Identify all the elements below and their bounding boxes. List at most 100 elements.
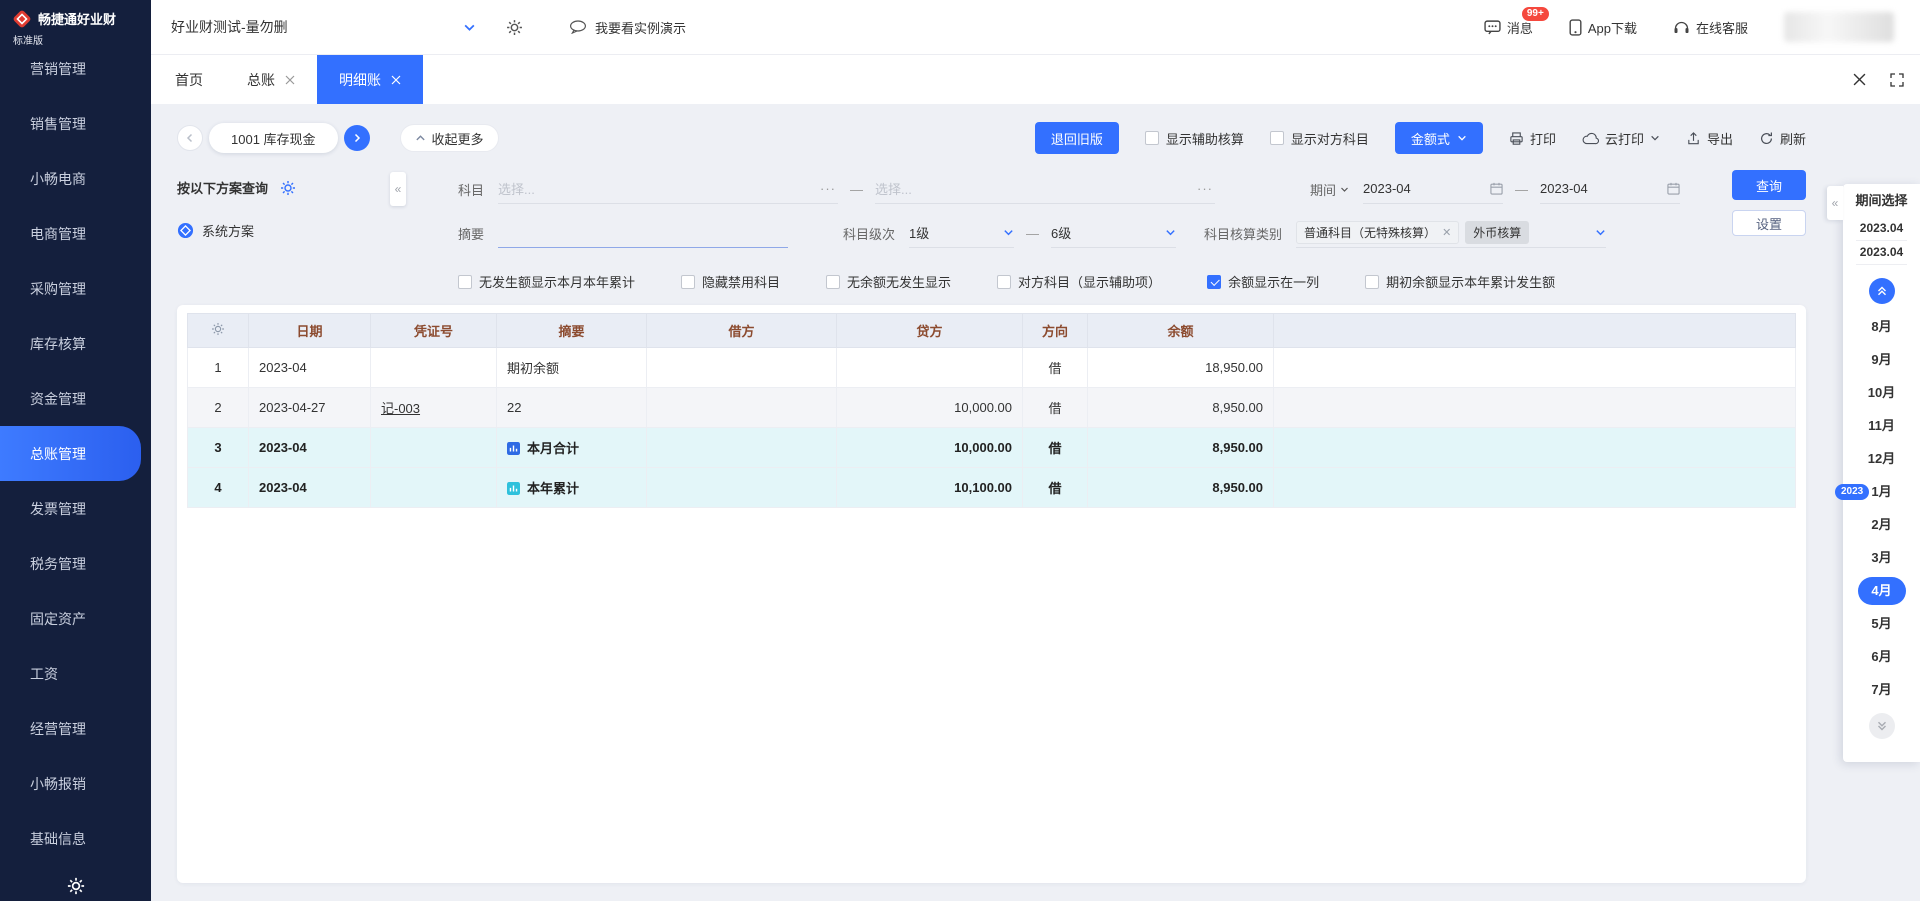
table-settings-header[interactable] [187,313,249,348]
month-item[interactable]: 8月 [1854,313,1910,341]
user-name-blurred[interactable] [1784,12,1894,42]
month-item[interactable]: 9月 [1854,346,1910,374]
tab[interactable]: 首页 [153,55,225,104]
search-button[interactable]: 查询 [1732,170,1806,200]
column-header[interactable]: 借方 [646,313,837,348]
sidebar-item[interactable]: 经营管理 [0,701,151,756]
prev-account-button[interactable] [177,125,203,151]
column-header[interactable]: 方向 [1022,313,1088,348]
fullscreen-icon[interactable] [1890,72,1904,87]
sidebar-item[interactable]: 电商管理 [0,206,151,261]
sidebar-item[interactable]: 基础信息 [0,811,151,866]
month-item[interactable]: 3月 [1854,544,1910,572]
sidebar-item[interactable]: 采购管理 [0,261,151,316]
period-to-field[interactable]: 2023-04 [1540,174,1681,204]
period-label[interactable]: 期间 [1310,180,1349,199]
back-to-old-version-button[interactable]: 退回旧版 [1034,122,1119,154]
calendar-icon[interactable] [1490,182,1503,195]
tab-close-icon[interactable] [285,75,295,85]
cloud-print-button[interactable]: 云打印 [1582,129,1660,148]
checkbox-box[interactable] [681,274,696,289]
period-panel-collapse-handle[interactable]: « [1827,186,1843,220]
sidebar-item[interactable]: 总账管理 [0,426,141,481]
sidebar-item[interactable]: 小畅电商 [0,151,151,206]
category-tag[interactable]: 外币核算 [1465,221,1530,244]
tab-close-icon[interactable] [391,75,401,85]
print-button[interactable]: 打印 [1509,129,1556,148]
tab[interactable]: 总账 [225,55,317,104]
month-item[interactable]: 2月 [1854,511,1910,539]
scheme-item-system[interactable]: 系统方案 [177,221,392,240]
checkbox[interactable]: 显示对方科目 [1269,129,1369,148]
checkbox-box[interactable] [826,274,841,289]
table-row[interactable]: 2 2023-04-27 记-003 22 10,000.00 借 8,950.00 [187,387,1796,428]
column-header[interactable]: 贷方 [836,313,1023,348]
checkbox-box[interactable] [997,274,1012,289]
table-row[interactable]: 3 2023-04 本月合计 10,000.00 借 8,950.00 [187,427,1796,468]
scroll-months-up-button[interactable] [1868,278,1895,304]
sidebar-item[interactable]: 固定资产 [0,591,151,646]
checkbox-box[interactable] [1144,131,1159,145]
collapse-more-button[interactable]: 收起更多 [399,124,499,152]
checkbox-box[interactable] [1207,274,1222,289]
sidebar-item[interactable]: 库存核算 [0,316,151,371]
category-tag[interactable]: 普通科目（无特殊核算） ✕ [1296,221,1460,244]
checkbox[interactable]: 期初余额显示本年累计发生额 [1365,272,1555,291]
checkbox[interactable]: 隐藏禁用科目 [681,272,780,291]
scroll-months-down-button[interactable] [1868,713,1895,739]
table-row[interactable]: 4 2023-04 本年累计 10,100.00 借 8,950.00 [187,467,1796,508]
sidebar-item[interactable]: 小畅报销 [0,756,151,811]
settings-button[interactable]: 设置 [1732,210,1806,236]
period-range-to[interactable]: 2023.04 [1855,241,1908,265]
column-header[interactable]: 日期 [248,313,371,348]
month-item[interactable]: 7月 [1854,676,1910,704]
remove-tag-icon[interactable]: ✕ [1442,226,1451,239]
level-from-select[interactable]: 1级 [909,218,1015,248]
column-header[interactable]: 余额 [1087,313,1274,348]
checkbox[interactable]: 余额显示在一列 [1207,272,1319,291]
checkbox-box[interactable] [458,274,472,289]
voucher-link[interactable]: 记-003 [381,401,420,416]
amount-style-button[interactable]: 金额式 [1394,122,1483,154]
sidebar-settings-gear-icon[interactable] [0,877,151,895]
checkbox-box[interactable] [1269,131,1284,145]
month-item[interactable]: 5月 [1854,610,1910,638]
calendar-icon[interactable] [1667,182,1680,195]
sidebar-item[interactable]: 发票管理 [0,481,151,536]
month-item[interactable]: 6月 [1854,643,1910,671]
checkbox[interactable]: 对方科目（显示辅助项） [997,272,1161,291]
tab[interactable]: 明细账 [317,55,423,104]
category-field[interactable]: 普通科目（无特殊核算） ✕ 外币核算 [1296,218,1607,248]
subject-from-picker-icon[interactable]: ··· [820,181,838,196]
refresh-button[interactable]: 刷新 [1759,129,1806,148]
level-to-select[interactable]: 6级 [1051,218,1177,248]
demo-link[interactable]: 我要看实例演示 [569,18,686,37]
scheme-gear-icon[interactable] [280,180,296,196]
column-header[interactable]: 凭证号 [370,313,497,348]
subject-to-field[interactable]: 选择... ··· [875,174,1216,204]
month-item[interactable]: 12月 [1854,445,1910,473]
sidebar-item[interactable]: 销售管理 [0,96,151,151]
messages-button[interactable]: 99+ 消息 [1484,4,1551,37]
month-item[interactable]: 10月 [1854,379,1910,407]
export-button[interactable]: 导出 [1686,129,1733,148]
column-header[interactable]: 摘要 [496,313,647,348]
month-item[interactable]: 11月 [1854,412,1910,440]
sidebar-item[interactable]: 工资 [0,646,151,701]
sidebar-item[interactable]: 税务管理 [0,536,151,591]
app-download-button[interactable]: App下载 [1569,18,1637,37]
month-item[interactable]: 4月 [1857,577,1906,605]
subject-to-picker-icon[interactable]: ··· [1197,181,1215,196]
summary-input[interactable] [498,218,789,248]
sidebar-item[interactable]: 资金管理 [0,371,151,426]
table-row[interactable]: 1 2023-04 期初余额 借 18,950.00 [187,347,1796,388]
close-all-tabs-icon[interactable] [1853,73,1866,86]
checkbox[interactable]: 显示辅助核算 [1144,129,1244,148]
online-service-button[interactable]: 在线客服 [1673,18,1748,37]
subject-from-field[interactable]: 选择... ··· [498,174,839,204]
checkbox[interactable]: 无发生额显示本月本年累计 [458,272,635,291]
company-selector[interactable]: 好业财测试-量勿删 [171,17,476,37]
sidebar-item[interactable]: 营销管理 [0,55,151,96]
topbar-gear-icon[interactable] [506,19,523,36]
period-from-field[interactable]: 2023-04 [1363,174,1504,204]
